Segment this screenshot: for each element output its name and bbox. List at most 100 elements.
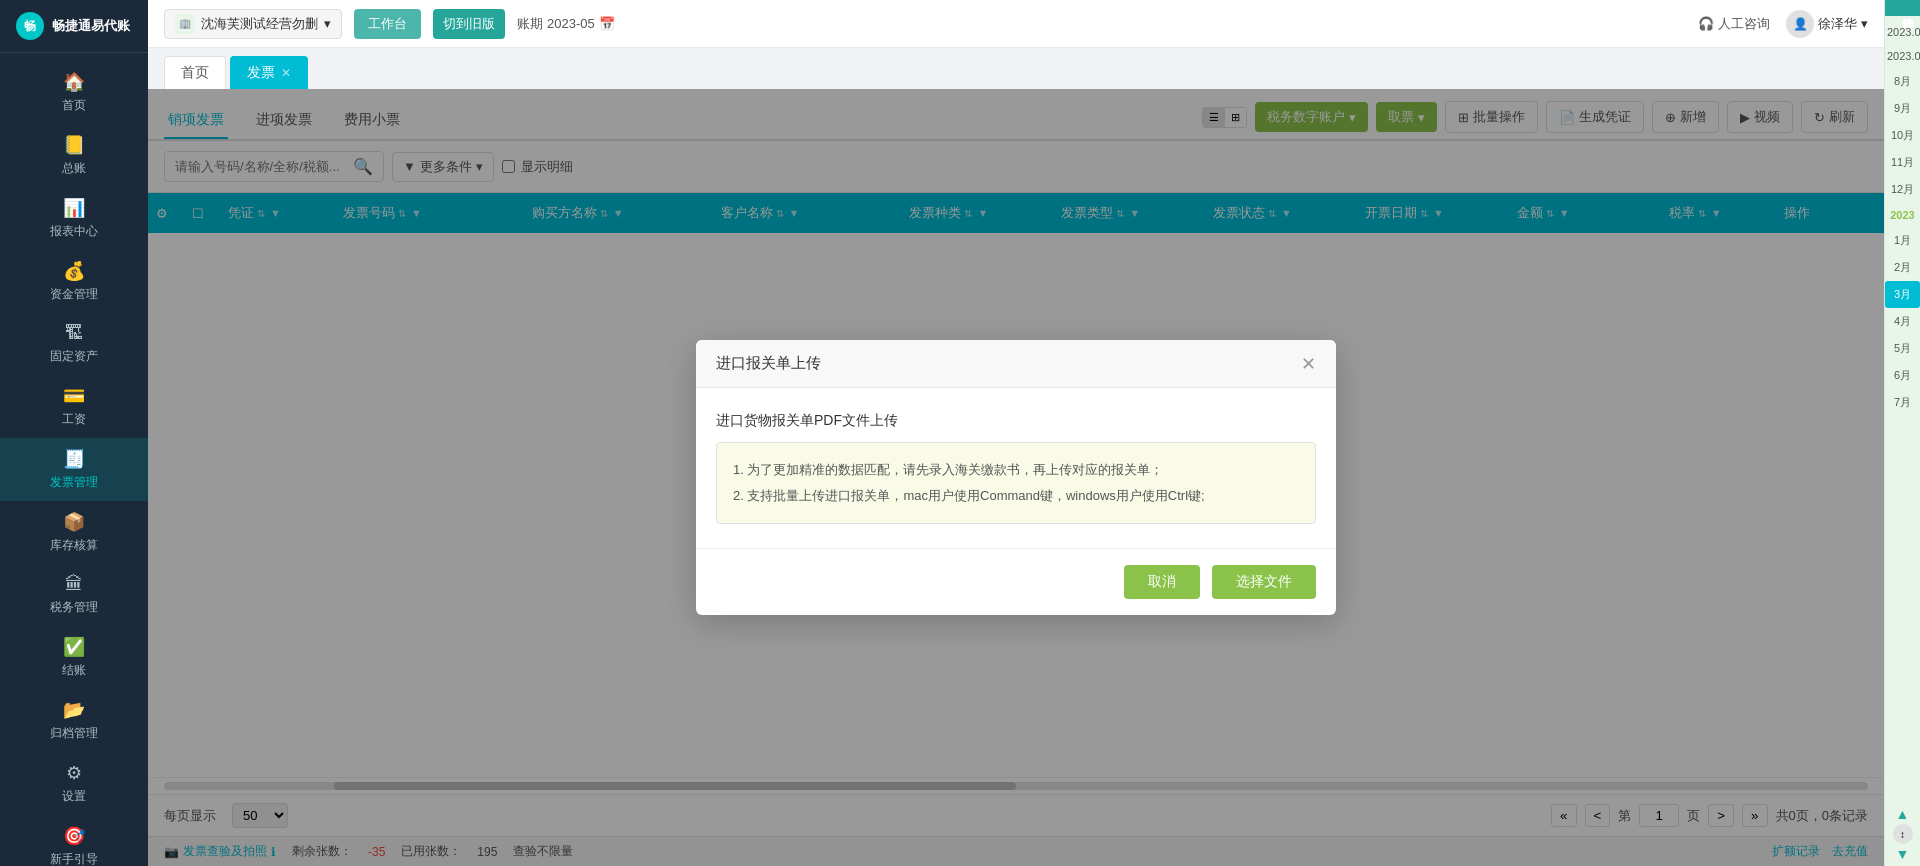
dialog-close-button[interactable]: ✕ [1301, 355, 1316, 373]
period-item[interactable]: 7月 [1885, 389, 1920, 416]
nav-icon: 💳 [63, 385, 85, 407]
import-dialog: 进口报关单上传 ✕ 进口货物报关单PDF文件上传 1. 为了更加精准的数据匹配，… [696, 340, 1336, 615]
sidebar-item-资金管理[interactable]: 💰 资金管理 [0, 250, 148, 313]
period-nav-arrows: ▲ ↕ ▼ [1889, 802, 1917, 866]
nav-icon: 🏛 [65, 574, 83, 595]
sidebar-item-首页[interactable]: 🏠 首页 [0, 61, 148, 124]
period-info: 账期 2023-05 📅 [517, 15, 615, 33]
period-up-button[interactable]: ▲ [1896, 806, 1910, 822]
sidebar-item-设置[interactable]: ⚙ 设置 [0, 752, 148, 815]
tab-home[interactable]: 首页 [164, 56, 226, 89]
dialog-info-box: 1. 为了更加精准的数据匹配，请先录入海关缴款书，再上传对应的报关单； 2. 支… [716, 442, 1316, 524]
period-item[interactable]: 2023.03 [1885, 44, 1920, 68]
dialog-info-1: 1. 为了更加精准的数据匹配，请先录入海关缴款书，再上传对应的报关单； [733, 457, 1299, 483]
company-selector[interactable]: 🏢 沈海芙测试经营勿删 ▾ [164, 9, 342, 39]
nav-label: 结账 [62, 662, 86, 679]
sidebar-item-结账[interactable]: ✅ 结账 [0, 626, 148, 689]
sidebar-logo: 畅 畅捷通易代账 [0, 0, 148, 53]
period-item[interactable]: 4月 [1885, 308, 1920, 335]
period-selector-header[interactable]: 期间选择 [1885, 0, 1920, 16]
sidebar-item-工资[interactable]: 💳 工资 [0, 375, 148, 438]
nav-icon: 📒 [63, 134, 85, 156]
workspace-button[interactable]: 工作台 [354, 9, 421, 39]
period-item[interactable]: 10月 [1885, 122, 1920, 149]
period-item[interactable]: 2023 [1885, 203, 1920, 227]
nav-label: 库存核算 [50, 537, 98, 554]
invoice-tab-label: 发票 [247, 64, 275, 82]
main-area: 🏢 沈海芙测试经营勿删 ▾ 工作台 切到旧版 账期 2023-05 📅 🎧 人工… [148, 0, 1884, 866]
dialog-cancel-button[interactable]: 取消 [1124, 565, 1200, 599]
period-down-button[interactable]: ▼ [1896, 846, 1910, 862]
nav-label: 首页 [62, 97, 86, 114]
switch-version-button[interactable]: 切到旧版 [433, 9, 505, 39]
period-item[interactable]: 2023.03 [1885, 20, 1920, 44]
sidebar-item-税务管理[interactable]: 🏛税务管理 [0, 564, 148, 626]
company-icon: 🏢 [175, 14, 195, 34]
period-item[interactable]: 2月 [1885, 254, 1920, 281]
nav-label: 新手引导 [50, 851, 98, 866]
company-name: 沈海芙测试经营勿删 [201, 15, 318, 33]
period-item[interactable]: 6月 [1885, 362, 1920, 389]
sidebar-item-库存核算[interactable]: 📦 库存核算 [0, 501, 148, 564]
sidebar-item-固定资产[interactable]: 🏗 固定资产 [0, 313, 148, 375]
nav-icon: 🧾 [63, 448, 85, 470]
nav-label: 报表中心 [50, 223, 98, 240]
content-area: 首页 发票 ✕ 销项发票 进项发票 费用小票 [148, 48, 1884, 866]
calendar-icon[interactable]: 📅 [599, 16, 615, 31]
period-item[interactable]: 8月 [1885, 68, 1920, 95]
period-item[interactable]: 1月 [1885, 227, 1920, 254]
nav-label: 固定资产 [50, 348, 98, 365]
dialog-body: 进口货物报关单PDF文件上传 1. 为了更加精准的数据匹配，请先录入海关缴款书，… [696, 388, 1336, 548]
nav-icon: ✅ [63, 636, 85, 658]
topbar-right: 🎧 人工咨询 👤 徐泽华 ▾ [1698, 10, 1868, 38]
nav-icon: ⚙ [66, 762, 82, 784]
app-name: 畅捷通易代账 [52, 17, 130, 35]
tab-invoice[interactable]: 发票 ✕ [230, 56, 308, 89]
period-item[interactable]: 11月 [1885, 149, 1920, 176]
headset-icon: 🎧 [1698, 16, 1714, 31]
period-item[interactable]: 3月 [1885, 281, 1920, 308]
sidebar-item-报表中心[interactable]: 📊 报表中心 [0, 187, 148, 250]
dialog-info-2: 2. 支持批量上传进口报关单，mac用户使用Command键，windows用户… [733, 483, 1299, 509]
period-expand-button[interactable]: ↕ [1893, 824, 1913, 844]
nav-icon: 📊 [63, 197, 85, 219]
sidebar-item-归档管理[interactable]: 📂 归档管理 [0, 689, 148, 752]
tab-close-icon[interactable]: ✕ [281, 66, 291, 80]
period-item[interactable]: 12月 [1885, 176, 1920, 203]
page-content: 销项发票 进项发票 费用小票 ☰ ⊞ 税务数字账户 ▾ [148, 89, 1884, 866]
nav-icon: 🏠 [63, 71, 85, 93]
sidebar-item-发票管理[interactable]: 🧾 发票管理 [0, 438, 148, 501]
user-dropdown-icon: ▾ [1861, 16, 1868, 31]
period-item[interactable]: 9月 [1885, 95, 1920, 122]
nav-icon: 📦 [63, 511, 85, 533]
support-label: 人工咨询 [1718, 15, 1770, 33]
nav-icon: 💰 [63, 260, 85, 282]
period-item[interactable]: 5月 [1885, 335, 1920, 362]
sidebar-item-新手引导[interactable]: 🎯 新手引导 [0, 815, 148, 866]
topbar: 🏢 沈海芙测试经营勿删 ▾ 工作台 切到旧版 账期 2023-05 📅 🎧 人工… [148, 0, 1884, 48]
user-menu[interactable]: 👤 徐泽华 ▾ [1786, 10, 1868, 38]
dialog-select-file-button[interactable]: 选择文件 [1212, 565, 1316, 599]
user-name: 徐泽华 [1818, 15, 1857, 33]
nav-label: 资金管理 [50, 286, 98, 303]
period-label: 账期 [517, 15, 543, 33]
nav-label: 归档管理 [50, 725, 98, 742]
right-panel: 期间选择 2023.032023.038月9月10月11月12月20231月2月… [1884, 0, 1920, 866]
user-avatar: 👤 [1786, 10, 1814, 38]
period-value: 2023-05 [547, 16, 595, 31]
nav-icon: 📂 [63, 699, 85, 721]
tab-bar: 首页 发票 ✕ [148, 48, 1884, 89]
nav-icon: 🏗 [65, 323, 83, 344]
period-expand-icon: ↕ [1900, 829, 1905, 840]
support-button[interactable]: 🎧 人工咨询 [1698, 15, 1770, 33]
nav-label: 总账 [62, 160, 86, 177]
nav-icon: 🎯 [63, 825, 85, 847]
dialog-title: 进口报关单上传 [716, 354, 821, 373]
company-dropdown-icon: ▾ [324, 16, 331, 31]
nav-label: 发票管理 [50, 474, 98, 491]
nav-label: 工资 [62, 411, 86, 428]
sidebar-item-总账[interactable]: 📒 总账 [0, 124, 148, 187]
nav-label: 设置 [62, 788, 86, 805]
dialog-overlay: 进口报关单上传 ✕ 进口货物报关单PDF文件上传 1. 为了更加精准的数据匹配，… [148, 89, 1884, 866]
dialog-footer: 取消 选择文件 [696, 548, 1336, 615]
